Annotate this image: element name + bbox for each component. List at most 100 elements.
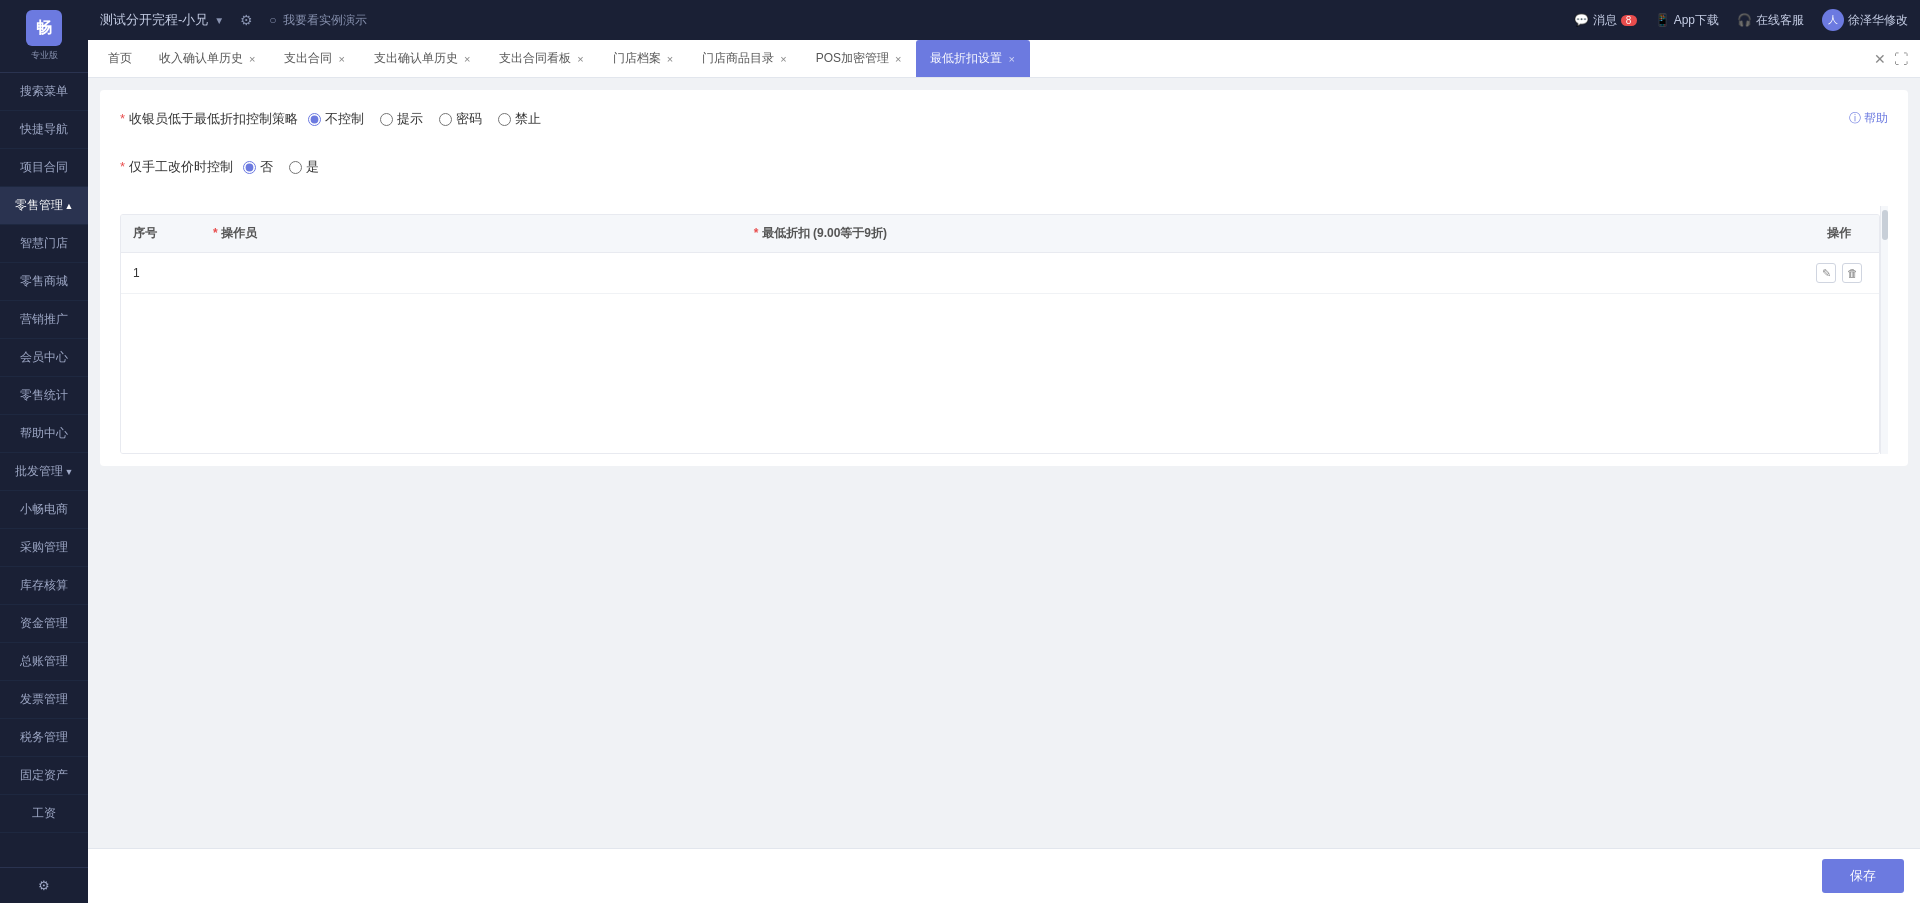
tab-label: 收入确认单历史 <box>159 50 243 67</box>
sidebar-item-inventory[interactable]: 库存核算 <box>0 567 88 605</box>
sidebar-item-marketing[interactable]: 营销推广 <box>0 301 88 339</box>
sidebar-item-help-center[interactable]: 帮助中心 <box>0 415 88 453</box>
sidebar-settings[interactable]: ⚙ <box>0 867 88 903</box>
tab-payment-contract[interactable]: 支出合同 × <box>270 40 359 77</box>
tab-store-archive[interactable]: 门店档案 × <box>599 40 688 77</box>
logo-icon: 畅 <box>26 10 62 46</box>
sidebar-item-project-contract[interactable]: 项目合同 <box>0 149 88 187</box>
delete-icon[interactable]: 🗑 <box>1842 263 1862 283</box>
sidebar-item-shortcut[interactable]: 快捷导航 <box>0 111 88 149</box>
sidebar-item-retail-stats[interactable]: 零售统计 <box>0 377 88 415</box>
tabbar: 首页 收入确认单历史 × 支出合同 × 支出确认单历史 × 支出合同看板 × 门… <box>88 40 1920 78</box>
gear-icon: ⚙ <box>38 878 50 893</box>
sidebar-item-invoice[interactable]: 发票管理 <box>0 681 88 719</box>
option-label: 不控制 <box>325 110 364 128</box>
sidebar-item-wholesale[interactable]: 批发管理 ▼ <box>0 453 88 491</box>
sidebar-item-tax[interactable]: 税务管理 <box>0 719 88 757</box>
sidebar-item-label: 工资 <box>32 806 56 820</box>
close-icon[interactable]: × <box>464 53 470 65</box>
tab-store-product[interactable]: 门店商品目录 × <box>688 40 801 77</box>
sidebar-item-fixed-assets[interactable]: 固定资产 <box>0 757 88 795</box>
tab-min-discount[interactable]: 最低折扣设置 × <box>916 40 1029 77</box>
table-scrollbar[interactable] <box>1880 206 1888 454</box>
arrow-up-icon: ▲ <box>65 201 74 211</box>
sidebar-item-label: 发票管理 <box>20 692 68 706</box>
sidebar-item-ecommerce[interactable]: 小畅电商 <box>0 491 88 529</box>
demo-link[interactable]: ○ 我要看实例演示 <box>269 12 366 29</box>
close-icon[interactable]: × <box>249 53 255 65</box>
dropdown-arrow-icon: ▼ <box>214 15 224 26</box>
option-yes[interactable]: 是 <box>289 158 319 176</box>
sidebar-item-smart-store[interactable]: 智慧门店 <box>0 225 88 263</box>
online-service-label: 在线客服 <box>1756 12 1804 29</box>
main-area: 测试分开完程-小兄 ▼ ⚙ ○ 我要看实例演示 💬 消息 8 📱 App下载 🎧… <box>88 0 1920 903</box>
sidebar-item-retail-management[interactable]: 零售管理 ▲ <box>0 187 88 225</box>
required-mark: * <box>120 159 125 174</box>
close-icon[interactable]: × <box>1008 53 1014 65</box>
tab-label: 最低折扣设置 <box>930 50 1002 67</box>
close-icon[interactable]: × <box>667 53 673 65</box>
tab-home[interactable]: 首页 <box>96 40 145 77</box>
discount-policy-row: * 收银员低于最低折扣控制策略 不控制 提示 <box>120 110 541 128</box>
online-service-btn[interactable]: 🎧 在线客服 <box>1737 12 1804 29</box>
fullscreen-icon[interactable]: ⛶ <box>1894 51 1908 67</box>
tab-label: 支出合同 <box>284 50 332 67</box>
sidebar-item-purchase[interactable]: 采购管理 <box>0 529 88 567</box>
demo-circle-icon: ○ <box>269 13 276 27</box>
radio-no[interactable] <box>243 161 256 174</box>
sidebar-item-search[interactable]: 搜索菜单 <box>0 73 88 111</box>
help-link[interactable]: ⓘ 帮助 <box>1849 110 1888 127</box>
sidebar-item-label: 资金管理 <box>20 616 68 630</box>
tab-label: 支出确认单历史 <box>374 50 458 67</box>
help-circle-icon: ⓘ <box>1849 110 1861 127</box>
user-avatar: 人 <box>1822 9 1844 31</box>
option-password[interactable]: 密码 <box>439 110 482 128</box>
close-icon[interactable]: × <box>780 53 786 65</box>
radio-password[interactable] <box>439 113 452 126</box>
option-no[interactable]: 否 <box>243 158 273 176</box>
close-tabs-icon[interactable]: ✕ <box>1874 51 1886 67</box>
edit-icon[interactable]: ✎ <box>1816 263 1836 283</box>
sidebar-item-salary[interactable]: 工资 <box>0 795 88 833</box>
option-ban[interactable]: 禁止 <box>498 110 541 128</box>
option-no-control[interactable]: 不控制 <box>308 110 364 128</box>
manual-price-options: 否 是 <box>243 158 319 176</box>
required-mark: * <box>120 111 125 126</box>
sidebar-item-ledger[interactable]: 总账管理 <box>0 643 88 681</box>
sidebar-item-label: 税务管理 <box>20 730 68 744</box>
download-icon: 📱 <box>1655 13 1670 27</box>
scroll-thumb <box>1882 210 1888 240</box>
settings-card: * 收银员低于最低折扣控制策略 不控制 提示 <box>100 90 1908 466</box>
radio-no-control[interactable] <box>308 113 321 126</box>
sidebar-item-label: 智慧门店 <box>20 236 68 250</box>
tab-pos-password[interactable]: POS加密管理 × <box>802 40 917 77</box>
sidebar-item-member-center[interactable]: 会员中心 <box>0 339 88 377</box>
radio-remind[interactable] <box>380 113 393 126</box>
sidebar-item-retail-mall[interactable]: 零售商城 <box>0 263 88 301</box>
table-row: 1 ✎ 🗑 <box>121 253 1879 294</box>
close-icon[interactable]: × <box>577 53 583 65</box>
topbar-right: 💬 消息 8 📱 App下载 🎧 在线客服 人 徐泽华修改 <box>1574 9 1908 31</box>
cell-seq: 1 <box>121 256 201 290</box>
app-download-btn[interactable]: 📱 App下载 <box>1655 12 1719 29</box>
close-icon[interactable]: × <box>338 53 344 65</box>
project-selector[interactable]: 测试分开完程-小兄 ▼ <box>100 11 224 29</box>
radio-ban[interactable] <box>498 113 511 126</box>
tab-payment-board[interactable]: 支出合同看板 × <box>485 40 598 77</box>
option-label: 禁止 <box>515 110 541 128</box>
option-remind[interactable]: 提示 <box>380 110 423 128</box>
settings-gear-icon[interactable]: ⚙ <box>240 12 253 28</box>
save-button[interactable]: 保存 <box>1822 859 1904 893</box>
message-label: 消息 <box>1593 12 1617 29</box>
project-name: 测试分开完程-小兄 <box>100 11 208 29</box>
tab-payment-confirm[interactable]: 支出确认单历史 × <box>360 40 485 77</box>
sidebar-item-label: 零售统计 <box>20 388 68 402</box>
tab-income-confirm[interactable]: 收入确认单历史 × <box>145 40 270 77</box>
message-btn[interactable]: 💬 消息 8 <box>1574 12 1637 29</box>
radio-yes[interactable] <box>289 161 302 174</box>
manual-price-row: * 仅手工改价时控制 否 是 <box>120 158 541 176</box>
tab-label: 门店档案 <box>613 50 661 67</box>
user-menu[interactable]: 人 徐泽华修改 <box>1822 9 1908 31</box>
close-icon[interactable]: × <box>895 53 901 65</box>
sidebar-item-finance[interactable]: 资金管理 <box>0 605 88 643</box>
